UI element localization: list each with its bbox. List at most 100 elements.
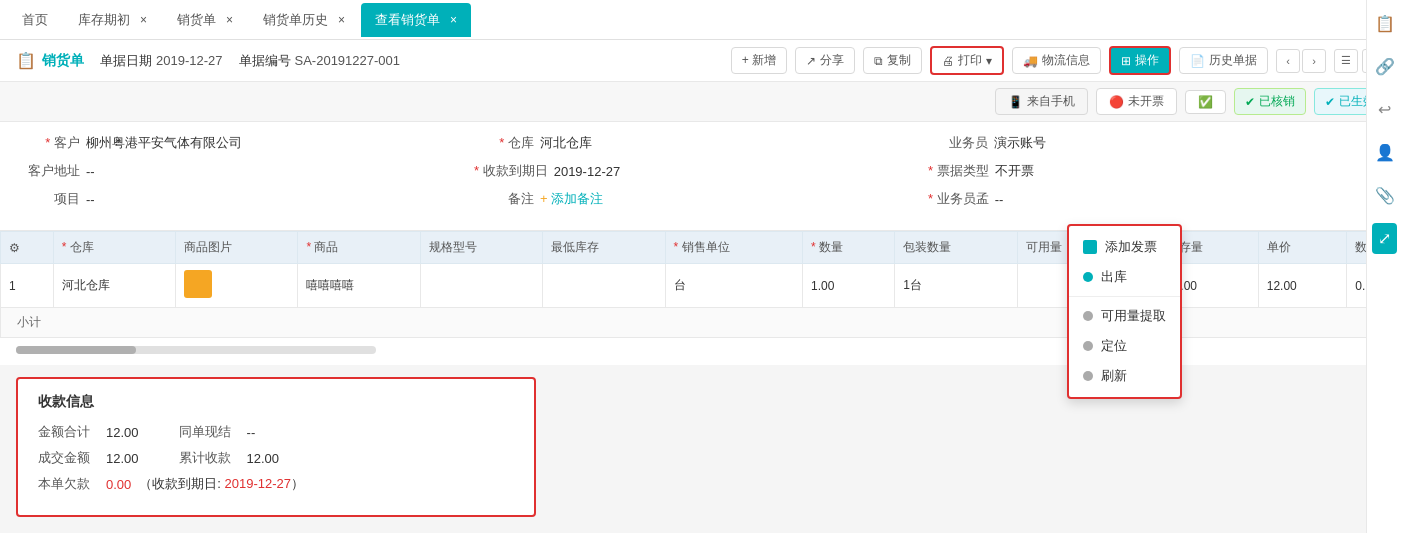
- locate-icon: [1083, 341, 1093, 351]
- ticket-type-label: 票据类型: [928, 162, 989, 180]
- total-amount-value: 12.00: [106, 425, 139, 440]
- col-settings[interactable]: ⚙: [1, 232, 54, 264]
- col-warehouse: 仓库: [53, 232, 175, 264]
- tab-sales-history[interactable]: 销货单历史 ×: [249, 3, 359, 37]
- customer-value: 柳州粤港平安气体有限公司: [86, 134, 474, 152]
- warehouse-field: 仓库 河北仓库: [474, 134, 928, 152]
- product-image: [184, 270, 212, 298]
- salesperson-value: --: [995, 192, 1382, 207]
- warehouse-value: 河北仓库: [540, 134, 928, 152]
- doc-no-value: SA-20191227-001: [295, 53, 401, 68]
- from-phone-button[interactable]: 📱 来自手机: [995, 88, 1088, 115]
- dropdown-refresh[interactable]: 刷新: [1069, 361, 1180, 391]
- row-product-img: [176, 264, 298, 308]
- refresh-icon: [1083, 371, 1093, 381]
- ticket-type-value: 不开票: [995, 162, 1382, 180]
- print-button[interactable]: 🖨 打印 ▾: [930, 46, 1004, 75]
- row-spec: [420, 264, 542, 308]
- new-button[interactable]: + 新增: [731, 47, 787, 74]
- right-sidebar: 📋 🔗 ↩ 👤 📎 ⤢: [1366, 0, 1402, 522]
- operation-button[interactable]: ⊞ 操作: [1109, 46, 1171, 75]
- remark-label: 备注: [474, 190, 534, 208]
- scroll-thumb[interactable]: [16, 346, 136, 354]
- invoice-icon: [1083, 240, 1097, 254]
- payment-title: 收款信息: [38, 393, 514, 411]
- row-pack-qty: 1台: [895, 264, 1017, 308]
- scroll-bar-area[interactable]: [0, 338, 1402, 365]
- prev-page-button[interactable]: ‹: [1276, 49, 1300, 73]
- tab-inventory-init-close[interactable]: ×: [140, 13, 147, 27]
- customer-label: 客户: [20, 134, 80, 152]
- toolbar: + 新增 ↗ 分享 ⧉ 复制 🖨 打印 ▾ 🚚 物流信息 ⊞ 操作 📄 历史单据…: [731, 46, 1386, 75]
- sidebar-undo-icon[interactable]: ↩: [1372, 94, 1397, 125]
- doc-no-field: 单据编号 SA-20191227-001: [239, 52, 401, 70]
- col-spec: 规格型号: [420, 232, 542, 264]
- share-button[interactable]: ↗ 分享: [795, 47, 855, 74]
- tab-inventory-init[interactable]: 库存期初 ×: [64, 3, 161, 37]
- sidebar-attach-icon[interactable]: 📎: [1369, 180, 1401, 211]
- main-content: 客户 柳州粤港平安气体有限公司 仓库 河北仓库 业务员 演示账号 客户地址 --…: [0, 122, 1402, 522]
- logistics-button[interactable]: 🚚 物流信息: [1012, 47, 1101, 74]
- dropdown-divider-1: [1069, 296, 1180, 297]
- available-icon: [1083, 311, 1093, 321]
- project-label: 项目: [20, 190, 80, 208]
- outbound-label: 出库: [1101, 268, 1127, 286]
- tab-view-sales[interactable]: 查看销货单 ×: [361, 3, 471, 37]
- col-product: 商品: [298, 232, 420, 264]
- employee-value: 演示账号: [994, 134, 1382, 152]
- dropdown-add-invoice[interactable]: 添加发票: [1069, 232, 1180, 262]
- sidebar-user-icon[interactable]: 👤: [1369, 137, 1401, 168]
- tab-view-sales-close[interactable]: ×: [450, 13, 457, 27]
- row-product: 嘻嘻嘻嘻: [298, 264, 420, 308]
- doc-no-label: 单据编号: [239, 52, 291, 70]
- tab-sales-order-close[interactable]: ×: [226, 13, 233, 27]
- list-view-button[interactable]: ☰: [1334, 49, 1358, 73]
- available-extract-label: 可用量提取: [1101, 307, 1166, 325]
- payment-row-3: 本单欠款 0.00 （收款到期日: 2019-12-27）: [38, 475, 514, 493]
- dropdown-available-extract[interactable]: 可用量提取: [1069, 301, 1180, 331]
- col-pack-qty: 包装数量: [895, 232, 1017, 264]
- history-button[interactable]: 📄 历史单据: [1179, 47, 1268, 74]
- doc-date-value: 2019-12-27: [156, 53, 223, 68]
- next-page-button[interactable]: ›: [1302, 49, 1326, 73]
- copy-button[interactable]: ⧉ 复制: [863, 47, 922, 74]
- payment-row-2: 成交金额 12.00 累计收款 12.00: [38, 449, 514, 467]
- add-invoice-label: 添加发票: [1105, 238, 1157, 256]
- payment-row-1: 金额合计 12.00 同单现结 --: [38, 423, 514, 441]
- confirm-icon-button[interactable]: ✅: [1185, 90, 1226, 114]
- print-icon: 🖨: [942, 54, 954, 68]
- ticket-type-field: 票据类型 不开票: [928, 162, 1382, 180]
- remark-field: 备注 + 添加备注: [474, 190, 928, 208]
- sidebar-expand-icon[interactable]: ⤢: [1372, 223, 1397, 254]
- row-sales-unit: 台: [665, 264, 802, 308]
- not-open-ticket-button[interactable]: 🔴 未开票: [1096, 88, 1177, 115]
- ticket-icon: 🔴: [1109, 95, 1124, 109]
- operation-icon: ⊞: [1121, 54, 1131, 68]
- add-remark-button[interactable]: + 添加备注: [540, 190, 928, 208]
- verified-icon: ✔: [1245, 95, 1255, 109]
- locate-label: 定位: [1101, 337, 1127, 355]
- tab-sales-history-close[interactable]: ×: [338, 13, 345, 27]
- check-icon: ✅: [1198, 95, 1213, 109]
- form-row-2: 客户地址 -- 收款到期日 2019-12-27 票据类型 不开票: [20, 162, 1382, 180]
- balance-note: （收款到期日: 2019-12-27）: [139, 475, 304, 493]
- same-settlement-value: --: [247, 425, 256, 440]
- col-min-stock: 最低库存: [543, 232, 665, 264]
- cumulative-value: 12.00: [247, 451, 280, 466]
- dropdown-locate[interactable]: 定位: [1069, 331, 1180, 361]
- address-value: --: [86, 164, 474, 179]
- sidebar-link-icon[interactable]: 🔗: [1369, 51, 1401, 82]
- settings-icon[interactable]: ⚙: [9, 241, 20, 255]
- address-label: 客户地址: [20, 162, 80, 180]
- action-bar: 📱 来自手机 🔴 未开票 ✅ ✔ 已核销 ✔ 已生效: [0, 82, 1402, 122]
- tab-home-label: 首页: [22, 11, 48, 29]
- total-amount-field: 金额合计 12.00: [38, 423, 139, 441]
- sidebar-doc-icon[interactable]: 📋: [1369, 8, 1401, 39]
- refresh-label: 刷新: [1101, 367, 1127, 385]
- tab-home[interactable]: 首页: [8, 3, 62, 37]
- balance-date: 2019-12-27: [225, 476, 292, 491]
- dropdown-outbound[interactable]: 出库: [1069, 262, 1180, 292]
- tab-view-sales-label: 查看销货单: [375, 11, 440, 29]
- tab-sales-order[interactable]: 销货单 ×: [163, 3, 247, 37]
- copy-icon: ⧉: [874, 54, 883, 68]
